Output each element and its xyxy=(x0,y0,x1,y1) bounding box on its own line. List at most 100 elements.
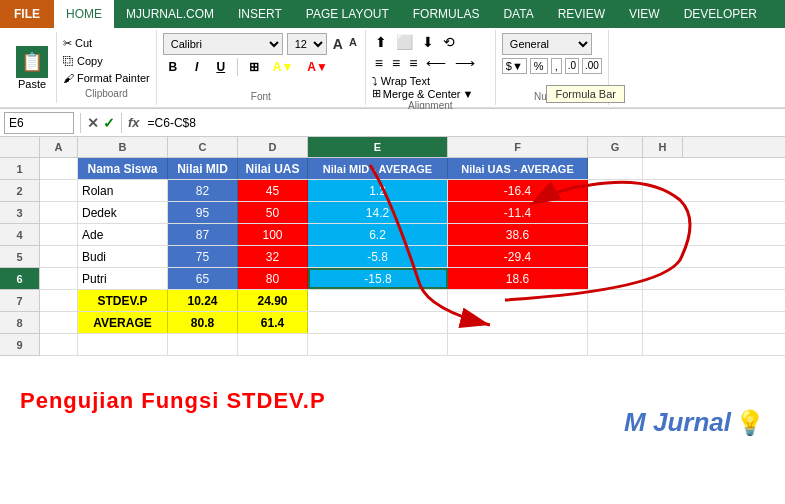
row-header-3[interactable]: 3 xyxy=(0,202,40,224)
increase-decimal-button[interactable]: .0 xyxy=(565,58,579,74)
cell-c3[interactable]: 95 xyxy=(168,202,238,223)
col-header-a[interactable]: A xyxy=(40,137,78,157)
cancel-formula-button[interactable]: ✕ xyxy=(87,115,99,131)
align-bottom-button[interactable]: ⬇ xyxy=(419,33,437,51)
tab-mjurnal[interactable]: MJURNAL.COM xyxy=(114,0,226,28)
percent-button[interactable]: % xyxy=(530,58,548,74)
cell-c7[interactable]: 10.24 xyxy=(168,290,238,311)
text-angle-button[interactable]: ⟲ xyxy=(440,33,458,51)
font-name-select[interactable]: Calibri xyxy=(163,33,283,55)
decrease-decimal-button[interactable]: .00 xyxy=(582,58,602,74)
cell-c1[interactable]: Nilai MID xyxy=(168,158,238,179)
align-top-button[interactable]: ⬆ xyxy=(372,33,390,51)
cell-f3[interactable]: -11.4 xyxy=(448,202,588,223)
row-header-1[interactable]: 1 xyxy=(0,158,40,180)
format-painter-button[interactable]: 🖌 Format Painter xyxy=(61,71,152,85)
cell-c4[interactable]: 87 xyxy=(168,224,238,245)
cell-a9[interactable] xyxy=(40,334,78,355)
decrease-font-size-button[interactable]: A xyxy=(347,36,359,52)
tab-view[interactable]: VIEW xyxy=(617,0,672,28)
cell-e4[interactable]: 6.2 xyxy=(308,224,448,245)
tab-file[interactable]: FILE xyxy=(0,0,54,28)
row-header-7[interactable]: 7 xyxy=(0,290,40,312)
cell-e7[interactable] xyxy=(308,290,448,311)
cell-reference-input[interactable] xyxy=(4,112,74,134)
cell-d5[interactable]: 32 xyxy=(238,246,308,267)
cell-c5[interactable]: 75 xyxy=(168,246,238,267)
cell-f6[interactable]: 18.6 xyxy=(448,268,588,289)
cell-g8[interactable] xyxy=(588,312,643,333)
tab-review[interactable]: REVIEW xyxy=(546,0,617,28)
cell-b4[interactable]: Ade xyxy=(78,224,168,245)
cell-a7[interactable] xyxy=(40,290,78,311)
col-header-c[interactable]: C xyxy=(168,137,238,157)
row-header-4[interactable]: 4 xyxy=(0,224,40,246)
col-header-g[interactable]: G xyxy=(588,137,643,157)
cell-f7[interactable] xyxy=(448,290,588,311)
row-header-8[interactable]: 8 xyxy=(0,312,40,334)
cell-e5[interactable]: -5.8 xyxy=(308,246,448,267)
cell-d2[interactable]: 45 xyxy=(238,180,308,201)
cell-e2[interactable]: 1.2 xyxy=(308,180,448,201)
tab-data[interactable]: DATA xyxy=(491,0,545,28)
copy-button[interactable]: ⿻ Copy xyxy=(61,54,152,68)
cell-b6[interactable]: Putri xyxy=(78,268,168,289)
cell-b2[interactable]: Rolan xyxy=(78,180,168,201)
cell-e1[interactable]: Nilai MID - AVERAGE xyxy=(308,158,448,179)
cell-b9[interactable] xyxy=(78,334,168,355)
align-center-button[interactable]: ≡ xyxy=(389,54,403,72)
cell-c8[interactable]: 80.8 xyxy=(168,312,238,333)
row-header-9[interactable]: 9 xyxy=(0,334,40,356)
merge-center-button[interactable]: ⊞ Merge & Center ▼ xyxy=(372,87,474,100)
cut-button[interactable]: ✂ Cut xyxy=(61,36,152,51)
cell-d9[interactable] xyxy=(238,334,308,355)
cell-g4[interactable] xyxy=(588,224,643,245)
currency-button[interactable]: $▼ xyxy=(502,58,527,74)
font-size-select[interactable]: 12 xyxy=(287,33,327,55)
cell-a3[interactable] xyxy=(40,202,78,223)
cell-e3[interactable]: 14.2 xyxy=(308,202,448,223)
cell-b5[interactable]: Budi xyxy=(78,246,168,267)
row-header-5[interactable]: 5 xyxy=(0,246,40,268)
cell-f4[interactable]: 38.6 xyxy=(448,224,588,245)
cell-d4[interactable]: 100 xyxy=(238,224,308,245)
row-header-6[interactable]: 6 xyxy=(0,268,40,290)
cell-a5[interactable] xyxy=(40,246,78,267)
cell-g7[interactable] xyxy=(588,290,643,311)
cell-d1[interactable]: Nilai UAS xyxy=(238,158,308,179)
cell-c9[interactable] xyxy=(168,334,238,355)
align-left-button[interactable]: ≡ xyxy=(372,54,386,72)
col-header-h[interactable]: H xyxy=(643,137,683,157)
confirm-formula-button[interactable]: ✓ xyxy=(103,115,115,131)
increase-font-size-button[interactable]: A xyxy=(331,36,345,52)
cell-g1[interactable] xyxy=(588,158,643,179)
formula-input[interactable] xyxy=(144,112,781,134)
cell-f8[interactable] xyxy=(448,312,588,333)
cell-d6[interactable]: 80 xyxy=(238,268,308,289)
col-header-b[interactable]: B xyxy=(78,137,168,157)
cell-e8[interactable] xyxy=(308,312,448,333)
cell-d7[interactable]: 24.90 xyxy=(238,290,308,311)
paste-button[interactable]: 📋 Paste xyxy=(8,32,57,103)
cell-g5[interactable] xyxy=(588,246,643,267)
number-format-select[interactable]: General xyxy=(502,33,592,55)
italic-button[interactable]: I xyxy=(187,58,207,76)
bold-button[interactable]: B xyxy=(163,58,183,76)
cell-g6[interactable] xyxy=(588,268,643,289)
cell-a4[interactable] xyxy=(40,224,78,245)
col-header-d[interactable]: D xyxy=(238,137,308,157)
cell-a6[interactable] xyxy=(40,268,78,289)
borders-button[interactable]: ⊞ xyxy=(244,58,264,76)
tab-developer[interactable]: DEVELOPER xyxy=(672,0,769,28)
comma-button[interactable]: , xyxy=(551,58,562,74)
fill-color-button[interactable]: A▼ xyxy=(268,58,299,76)
cell-c2[interactable]: 82 xyxy=(168,180,238,201)
cell-e9[interactable] xyxy=(308,334,448,355)
tab-home[interactable]: HOME xyxy=(54,0,114,28)
cell-f2[interactable]: -16.4 xyxy=(448,180,588,201)
align-right-button[interactable]: ≡ xyxy=(406,54,420,72)
cell-g2[interactable] xyxy=(588,180,643,201)
cell-a8[interactable] xyxy=(40,312,78,333)
cell-d8[interactable]: 61.4 xyxy=(238,312,308,333)
cell-g9[interactable] xyxy=(588,334,643,355)
